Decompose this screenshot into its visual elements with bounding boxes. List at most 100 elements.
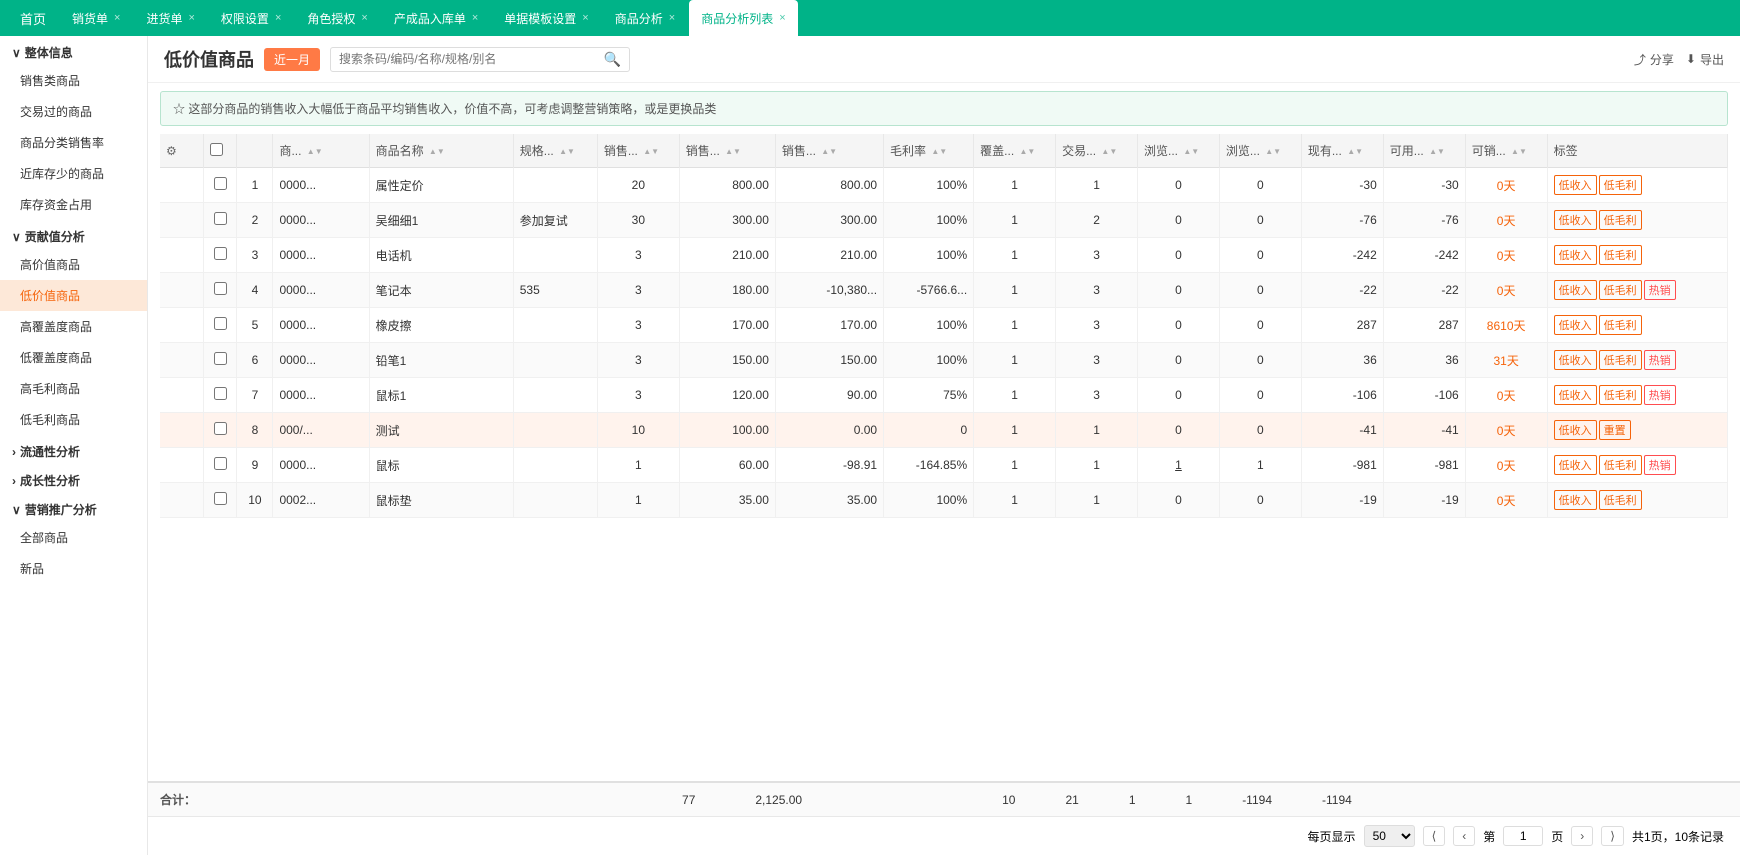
sidebar-item-low-coverage[interactable]: 低覆盖度商品 [0,342,147,373]
row-code: 0000... [273,378,369,413]
nav-permissions[interactable]: 权限设置 × [209,0,293,36]
last-page-button[interactable]: ⟩ [1601,826,1624,846]
row-days: 0天 [1465,378,1547,413]
row-cover: 1 [974,168,1056,203]
row-trade: 1 [1056,448,1138,483]
table-container: ⚙ 商... ▲▼ 商品名称 ▲▼ 规格... ▲▼ 销售... ▲▼ 销售..… [148,134,1740,781]
row-code: 0000... [273,168,369,203]
sidebar-item-high-profit[interactable]: 高毛利商品 [0,373,147,404]
sidebar-item-high-value[interactable]: 高价值商品 [0,249,147,280]
sidebar-group-contribution[interactable]: ∨ 贡献值分析 [0,220,147,249]
filter-period-button[interactable]: 近一月 [264,48,320,71]
row-stock1: -41 [1301,413,1383,448]
nav-goods-list[interactable]: 商品分析列表 × [689,0,797,36]
row-tags: 低收入低毛利热销 [1547,343,1727,378]
row-gear [160,448,203,483]
sidebar-group-marketing[interactable]: ∨ 营销推广分析 [0,493,147,522]
row-gross: 100% [884,308,974,343]
footer-trade: 21 [1065,793,1078,807]
row-trade: 3 [1056,273,1138,308]
close-icon[interactable]: × [361,12,367,24]
close-icon[interactable]: × [669,12,675,24]
nav-roles[interactable]: 角色授权 × [295,0,379,36]
first-page-button[interactable]: ⟨ [1423,826,1446,846]
browse-link[interactable]: 1 [1175,458,1182,472]
row-checkbox[interactable] [214,492,227,505]
table-row: 5 0000... 橡皮擦 3 170.00 170.00 100% 1 3 0… [160,308,1728,343]
sidebar-group-circulation[interactable]: › 流通性分析 [0,435,147,464]
prev-page-button[interactable]: ‹ [1453,826,1475,846]
row-checkbox[interactable] [214,282,227,295]
close-icon[interactable]: × [188,12,194,24]
row-spec [513,308,597,343]
row-browse1: 0 [1138,203,1220,238]
export-button[interactable]: ⬇ 导出 [1686,51,1724,68]
row-checkbox[interactable] [214,317,227,330]
row-stock1: -106 [1301,378,1383,413]
row-checkbox[interactable] [214,212,227,225]
sidebar-item-stock-funds[interactable]: 库存资金占用 [0,189,147,220]
chevron-right-icon: › [12,445,16,459]
close-icon[interactable]: × [114,12,120,24]
row-gear [160,273,203,308]
close-icon[interactable]: × [779,12,785,24]
row-tags: 低收入低毛利热销 [1547,378,1727,413]
next-page-button[interactable]: › [1571,826,1593,846]
sidebar-item-low-stock[interactable]: 近库存少的商品 [0,158,147,189]
row-checkbox[interactable] [214,352,227,365]
sidebar-item-low-profit[interactable]: 低毛利商品 [0,404,147,435]
tag-badge: 低毛利 [1599,490,1642,510]
row-num: 2 [237,203,273,238]
footer-browse1: 1 [1129,793,1136,807]
close-icon[interactable]: × [275,12,281,24]
sidebar-item-category-rate[interactable]: 商品分类销售率 [0,127,147,158]
row-checkbox[interactable] [214,247,227,260]
nav-template[interactable]: 单据模板设置 × [492,0,600,36]
row-gross: 100% [884,203,974,238]
nav-sales[interactable]: 销货单 × [60,0,132,36]
row-trade: 3 [1056,238,1138,273]
sidebar-group-overview[interactable]: ∨ 整体信息 [0,36,147,65]
search-input[interactable] [339,52,598,66]
close-icon[interactable]: × [472,12,478,24]
row-spec [513,168,597,203]
row-stock1: -76 [1301,203,1383,238]
sidebar-item-new-goods[interactable]: 新品 [0,553,147,584]
close-icon[interactable]: × [582,12,588,24]
per-page-select[interactable]: 50 100 200 [1364,825,1415,847]
row-trade: 1 [1056,413,1138,448]
row-stock2: -19 [1383,483,1465,518]
sale1-header: 销售... ▲▼ [679,134,775,168]
per-page-label: 每页显示 [1308,828,1356,845]
gear-header[interactable]: ⚙ [160,134,203,168]
row-sale1: 60.00 [679,448,775,483]
row-gross: 0 [884,413,974,448]
row-checkbox[interactable] [214,422,227,435]
row-code: 0000... [273,448,369,483]
search-icon[interactable]: 🔍 [604,51,621,68]
nav-goods-analysis[interactable]: 商品分析 × [603,0,687,36]
tag-badge: 低毛利 [1599,175,1642,195]
checkbox-header[interactable] [203,134,237,168]
row-checkbox[interactable] [214,177,227,190]
sidebar-item-traded-goods[interactable]: 交易过的商品 [0,96,147,127]
sidebar: ∨ 整体信息 销售类商品 交易过的商品 商品分类销售率 近库存少的商品 库存资金… [0,36,148,855]
sidebar-group-growth[interactable]: › 成长性分析 [0,464,147,493]
row-code: 0000... [273,308,369,343]
row-stock2: -41 [1383,413,1465,448]
row-days: 0天 [1465,203,1547,238]
sidebar-item-high-coverage[interactable]: 高覆盖度商品 [0,311,147,342]
sidebar-item-low-value[interactable]: 低价值商品 [0,280,147,311]
nav-home[interactable]: 首页 [8,0,58,36]
page-input[interactable] [1503,826,1543,846]
share-button[interactable]: ⤴ 分享 [1634,51,1674,68]
sidebar-item-all-goods[interactable]: 全部商品 [0,522,147,553]
select-all-checkbox[interactable] [210,143,223,156]
sidebar-item-sales-goods[interactable]: 销售类商品 [0,65,147,96]
row-checkbox[interactable] [214,457,227,470]
nav-purchase[interactable]: 进货单 × [134,0,206,36]
row-checkbox[interactable] [214,387,227,400]
row-sale1: 120.00 [679,378,775,413]
nav-products-in[interactable]: 产成品入库单 × [382,0,490,36]
name-header: 商品名称 ▲▼ [369,134,513,168]
